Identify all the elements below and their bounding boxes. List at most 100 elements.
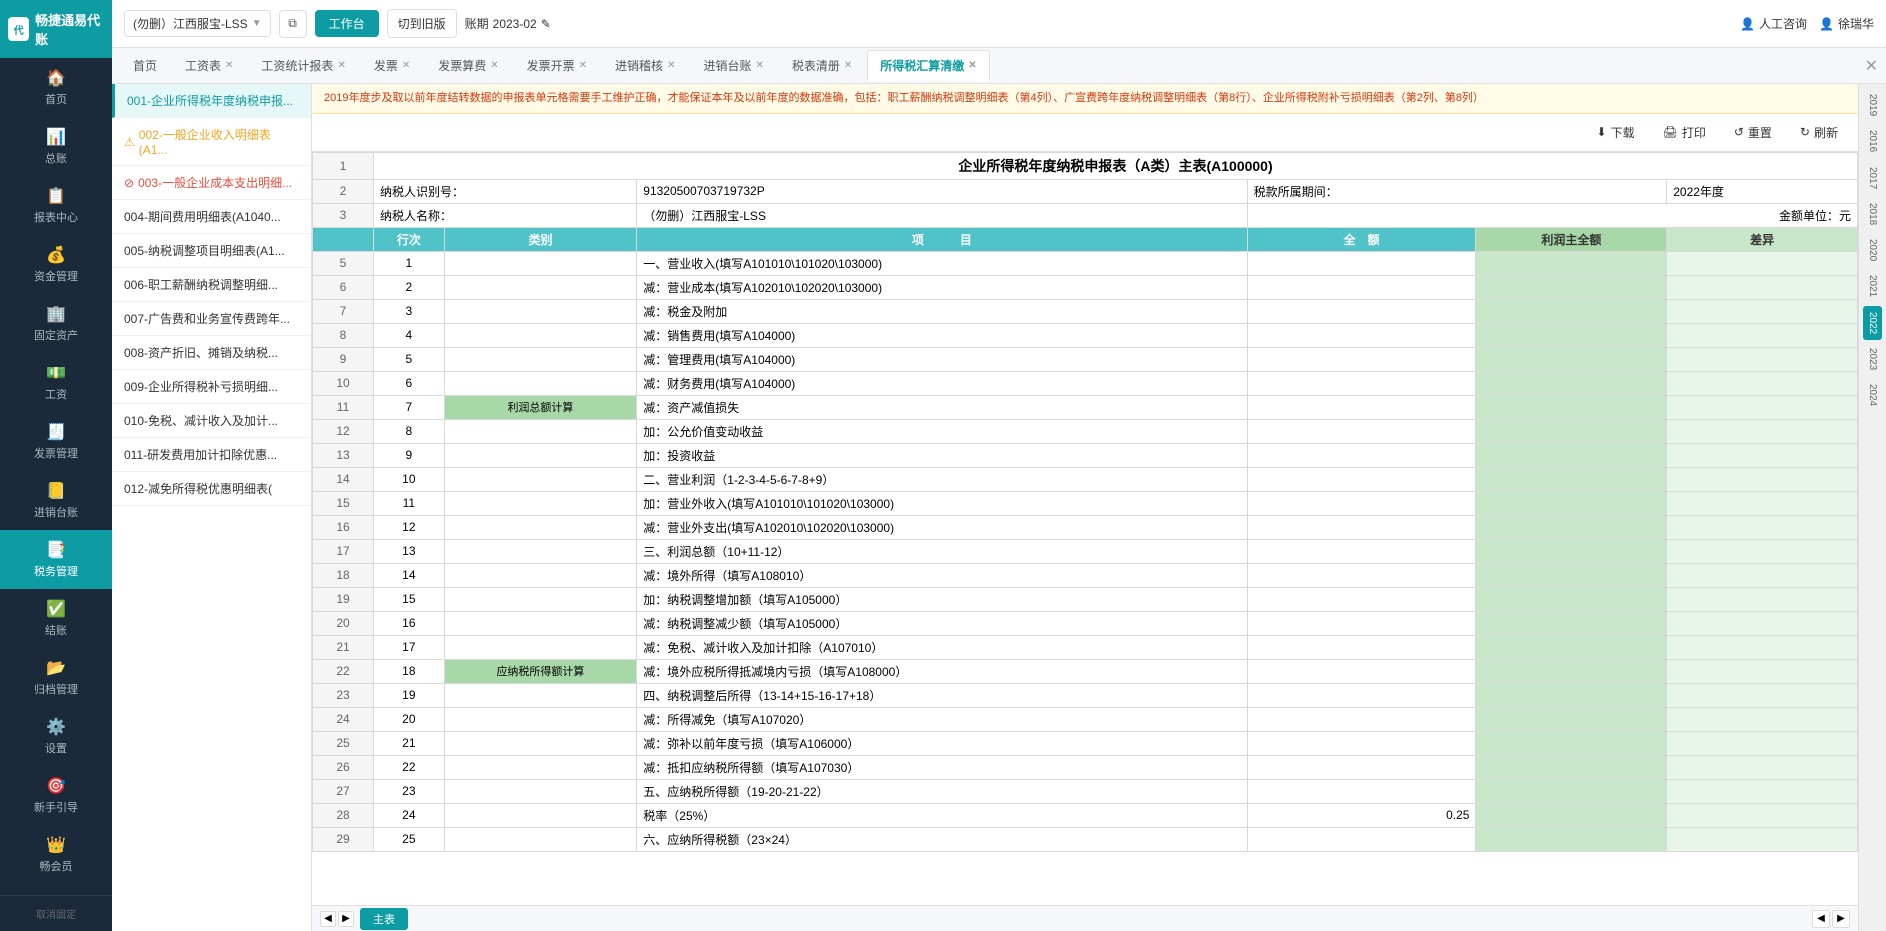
tab-invoice-fee-close[interactable]: ✕	[490, 60, 498, 71]
tab-invoice-close[interactable]: ✕	[402, 60, 410, 71]
tab-audit[interactable]: 进销稽核 ✕	[602, 50, 688, 81]
sidebar-item-purchase[interactable]: 📒 进销台账	[0, 471, 112, 530]
copy-icon-btn[interactable]: ⧉	[279, 10, 307, 38]
profit-cell	[1476, 779, 1667, 803]
sidebar-item-close[interactable]: ✅ 结账	[0, 589, 112, 648]
timeline-2017[interactable]: 2017	[1863, 161, 1882, 195]
tab-invoice-open[interactable]: 发票开票 ✕	[514, 50, 600, 81]
sheet-tabs-right: ◀ ▶	[1812, 910, 1850, 928]
tab-audit-close[interactable]: ✕	[667, 60, 675, 71]
left-panel-item-002[interactable]: ⚠ 002-一般企业收入明细表(A1...	[112, 118, 311, 166]
item-cell: 加：投资收益	[637, 443, 1247, 467]
sidebar-footer[interactable]: 取消固定	[0, 895, 112, 931]
sidebar-item-ledger[interactable]: 📊 总账	[0, 117, 112, 176]
left-panel-item-003[interactable]: ⊘ 003-一般企业成本支出明细...	[112, 166, 311, 200]
profit-cell	[1476, 491, 1667, 515]
tab-salary[interactable]: 工资表 ✕	[172, 50, 246, 81]
left-panel-item-007[interactable]: 007-广告费和业务宣传费跨年...	[112, 302, 311, 336]
item-cell: 减：所得减免（填写A107020）	[637, 707, 1247, 731]
user-info[interactable]: 👤 徐瑞华	[1819, 15, 1874, 32]
tab-invoice-fee-label: 发票算费	[438, 57, 486, 74]
user-avatar-icon: 👤	[1819, 17, 1834, 31]
company-selector[interactable]: (勿删）江西服宝-LSS ▼	[124, 10, 271, 37]
left-panel-item-005[interactable]: 005-纳税调整项目明细表(A1...	[112, 234, 311, 268]
tab-tax-table-close[interactable]: ✕	[844, 60, 852, 71]
tab-invoice[interactable]: 发票 ✕	[361, 50, 423, 81]
timeline-2024[interactable]: 2024	[1863, 378, 1882, 412]
tab-invoice-open-close[interactable]: ✕	[579, 60, 587, 71]
sidebar-item-guide[interactable]: 🎯 新手引导	[0, 766, 112, 825]
timeline-2021[interactable]: 2021	[1863, 269, 1882, 303]
left-panel-item-008[interactable]: 008-资产折旧、摊销及纳税...	[112, 336, 311, 370]
edit-acct-icon[interactable]: ✎	[541, 17, 551, 31]
category-cell	[444, 587, 637, 611]
download-button[interactable]: ⬇ 下载	[1589, 120, 1643, 145]
left-panel-item-004[interactable]: 004-期间费用明细表(A1040...	[112, 200, 311, 234]
refresh-button[interactable]: ↻ 刷新	[1792, 120, 1846, 145]
seq-cell: 5	[374, 347, 445, 371]
tab-invoice-fee[interactable]: 发票算费 ✕	[425, 50, 511, 81]
sidebar-item-home[interactable]: 🏠 首页	[0, 58, 112, 117]
work-button[interactable]: 工作台	[315, 10, 379, 37]
tab-purchase-close[interactable]: ✕	[755, 60, 763, 71]
item-008-label: 008-资产折旧、摊销及纳税...	[124, 346, 278, 360]
left-panel-item-001[interactable]: 001-企业所得税年度纳税申报...	[112, 84, 311, 118]
sidebar-item-member[interactable]: 👑 畅会员	[0, 825, 112, 884]
tab-tax-table[interactable]: 税表清册 ✕	[779, 50, 865, 81]
sidebar-item-assets[interactable]: 🏢 固定资产	[0, 294, 112, 353]
sidebar-item-settings[interactable]: ⚙️ 设置	[0, 707, 112, 766]
sidebar-item-reports[interactable]: 📋 报表中心	[0, 176, 112, 235]
seq-cell: 17	[374, 635, 445, 659]
scroll-left-btn[interactable]: ◀	[1812, 910, 1830, 928]
service-btn[interactable]: 👤 人工咨询	[1740, 15, 1807, 32]
tab-home[interactable]: 首页	[120, 50, 170, 81]
tab-salary-report[interactable]: 工资统计报表 ✕	[248, 50, 358, 81]
reset-button[interactable]: ↺ 重置	[1726, 120, 1780, 145]
sheet-nav-prev[interactable]: ◀	[320, 911, 336, 927]
row-num-1: 1	[313, 152, 374, 179]
table-row: 1713三、利润总额（10+11-12）	[313, 539, 1858, 563]
sidebar-item-salary[interactable]: 💵 工资	[0, 353, 112, 412]
tab-income-tax[interactable]: 所得税汇算清缴 ✕	[867, 50, 989, 81]
timeline-2016[interactable]: 2016	[1863, 124, 1882, 158]
old-version-button[interactable]: 切到旧版	[387, 9, 457, 38]
tab-salary-close[interactable]: ✕	[225, 60, 233, 71]
timeline-2018[interactable]: 2018	[1863, 197, 1882, 231]
seq-cell: 21	[374, 731, 445, 755]
close-ledger-icon: ✅	[46, 599, 66, 619]
tab-salary-report-close[interactable]: ✕	[337, 60, 345, 71]
left-panel-item-009[interactable]: 009-企业所得税补亏损明细...	[112, 370, 311, 404]
print-button[interactable]: 🖨 打印	[1655, 120, 1714, 145]
tab-income-tax-close[interactable]: ✕	[968, 60, 976, 71]
diff-cell	[1667, 467, 1858, 491]
item-010-label: 010-免税、减计收入及加计...	[124, 414, 278, 428]
member-icon: 👑	[46, 835, 66, 855]
category-cell	[444, 371, 637, 395]
sidebar-item-funds[interactable]: 💰 资金管理	[0, 235, 112, 294]
scroll-right-btn[interactable]: ▶	[1832, 910, 1850, 928]
left-panel-item-006[interactable]: 006-职工薪酬纳税调整明细...	[112, 268, 311, 302]
item-012-label: 012-减免所得税优惠明细表(	[124, 482, 272, 496]
left-panel-item-012[interactable]: 012-减免所得税优惠明细表(	[112, 472, 311, 506]
content-area: 001-企业所得税年度纳税申报... ⚠ 002-一般企业收入明细表(A1...…	[112, 84, 1886, 931]
timeline-2022[interactable]: 2022	[1863, 306, 1882, 340]
category-cell	[444, 731, 637, 755]
sidebar-item-tax[interactable]: 📑 税务管理	[0, 530, 112, 589]
item-007-label: 007-广告费和业务宣传费跨年...	[124, 312, 290, 326]
sheet-nav-next[interactable]: ▶	[338, 911, 354, 927]
diff-cell	[1667, 323, 1858, 347]
timeline-2023[interactable]: 2023	[1863, 342, 1882, 376]
diff-cell	[1667, 779, 1858, 803]
tab-salary-label: 工资表	[185, 57, 221, 74]
close-all-tabs-btn[interactable]: ✕	[1865, 56, 1878, 76]
sidebar-item-invoice[interactable]: 🧾 发票管理	[0, 412, 112, 471]
sidebar-item-archive[interactable]: 📂 归档管理	[0, 648, 112, 707]
spreadsheet-container[interactable]: 1 企业所得税年度纳税申报表（A类）主表(A100000) 2 纳税人识别号： …	[312, 152, 1858, 906]
left-panel-item-010[interactable]: 010-免税、减计收入及加计...	[112, 404, 311, 438]
left-panel-item-011[interactable]: 011-研发费用加计扣除优惠...	[112, 438, 311, 472]
tab-purchase[interactable]: 进销台账 ✕	[690, 50, 776, 81]
sheet-tab-main[interactable]: 主表	[360, 908, 408, 930]
timeline-2019[interactable]: 2019	[1863, 88, 1882, 122]
home-icon: 🏠	[46, 68, 66, 88]
timeline-2020[interactable]: 2020	[1863, 233, 1882, 267]
